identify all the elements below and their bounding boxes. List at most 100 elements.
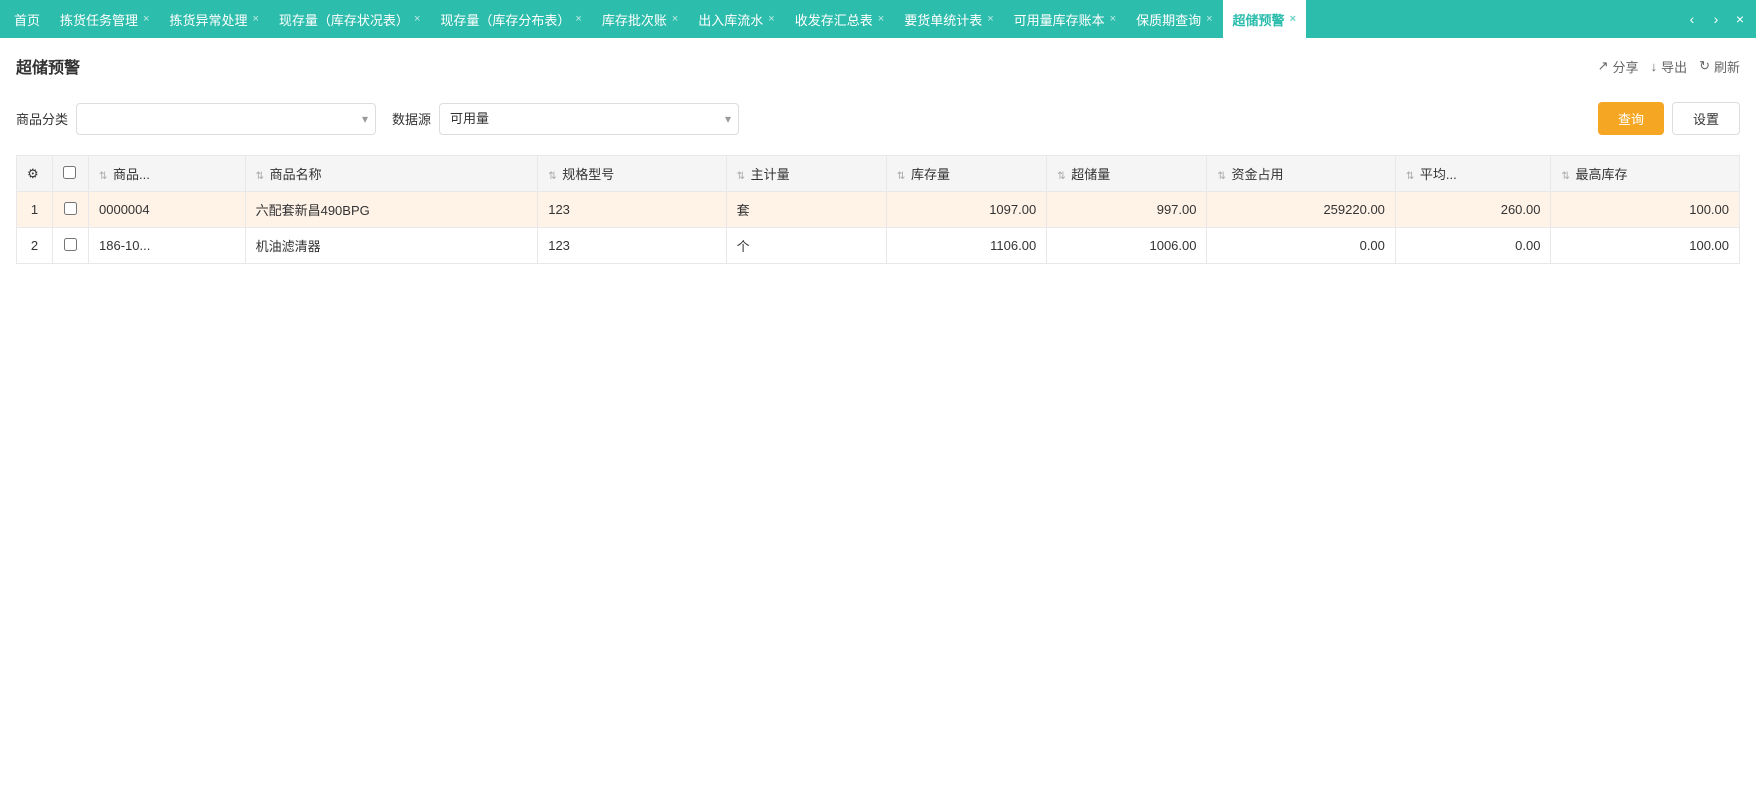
export-button[interactable]: ↓ 导出	[1651, 57, 1688, 76]
page-container: 超储预警 ↗ 分享 ↓ 导出 ↻ 刷新 商品分类 ▾	[0, 38, 1756, 800]
sort-icon: ⇅	[737, 171, 745, 182]
category-select-wrapper: ▾	[76, 103, 376, 135]
sort-icon: ⇅	[99, 171, 107, 182]
close-icon[interactable]: ×	[1110, 13, 1116, 25]
th-capital[interactable]: ⇅ 资金占用	[1207, 156, 1395, 192]
row-avg: 260.00	[1395, 192, 1551, 228]
row-overflow: 997.00	[1047, 192, 1207, 228]
sort-icon: ⇅	[1217, 171, 1225, 182]
page-title: 超储预警	[16, 54, 80, 78]
nav-arrow-left[interactable]: ‹	[1680, 0, 1704, 38]
refresh-icon: ↻	[1699, 58, 1710, 74]
th-avg[interactable]: ⇅ 平均...	[1395, 156, 1551, 192]
nav-arrow-close[interactable]: ×	[1728, 0, 1752, 38]
nav-item-home[interactable]: 首页	[4, 0, 50, 38]
close-icon[interactable]: ×	[1290, 13, 1296, 25]
nav-item-batch[interactable]: 库存批次账 ×	[592, 0, 688, 38]
close-icon[interactable]: ×	[1206, 13, 1212, 25]
nav-item-expiry[interactable]: 保质期查询 ×	[1126, 0, 1222, 38]
sort-icon: ⇅	[256, 171, 264, 182]
row-product-id: 0000004	[89, 192, 246, 228]
sort-icon: ⇅	[548, 171, 556, 182]
row-stock: 1097.00	[886, 192, 1046, 228]
close-icon[interactable]: ×	[878, 13, 884, 25]
nav-item-overstock[interactable]: 超储预警 ×	[1223, 0, 1306, 38]
row-unit: 个	[726, 228, 886, 264]
export-icon: ↓	[1651, 59, 1658, 74]
settings-button[interactable]: 设置	[1672, 102, 1740, 135]
sort-icon: ⇅	[897, 171, 905, 182]
table-row: 2 186-10... 机油滤清器 123 个 1106.00 1006.00 …	[17, 228, 1740, 264]
row-capital: 259220.00	[1207, 192, 1395, 228]
nav-item-available[interactable]: 可用量库存账本 ×	[1004, 0, 1126, 38]
row-product-name: 机油滤清器	[245, 228, 538, 264]
close-icon[interactable]: ×	[987, 13, 993, 25]
close-icon[interactable]: ×	[143, 13, 149, 25]
row-overflow: 1006.00	[1047, 228, 1207, 264]
th-overflow[interactable]: ⇅ 超储量	[1047, 156, 1207, 192]
sort-icon: ⇅	[1057, 171, 1065, 182]
close-icon[interactable]: ×	[575, 13, 581, 25]
nav-item-exception[interactable]: 拣货异常处理 ×	[159, 0, 268, 38]
row-checkbox	[53, 192, 89, 228]
category-filter-group: 商品分类 ▾	[16, 103, 376, 135]
th-product-id[interactable]: ⇅ 商品...	[89, 156, 246, 192]
table-header-row: ⚙ ⇅ 商品... ⇅ 商品名称 ⇅ 规格型号 ⇅	[17, 156, 1740, 192]
row-spec: 123	[538, 192, 726, 228]
datasource-select-wrapper: 可用量 ▾	[439, 103, 739, 135]
row-product-id: 186-10...	[89, 228, 246, 264]
nav-item-summary[interactable]: 收发存汇总表 ×	[785, 0, 894, 38]
th-product-name[interactable]: ⇅ 商品名称	[245, 156, 538, 192]
row-num: 1	[17, 192, 53, 228]
nav-item-task-mgmt[interactable]: 拣货任务管理 ×	[50, 0, 159, 38]
row-stock: 1106.00	[886, 228, 1046, 264]
share-button[interactable]: ↗ 分享	[1598, 57, 1639, 76]
share-icon: ↗	[1598, 58, 1609, 74]
refresh-button[interactable]: ↻ 刷新	[1699, 57, 1740, 76]
row-num: 2	[17, 228, 53, 264]
sort-icon: ⇅	[1561, 171, 1569, 182]
close-icon[interactable]: ×	[252, 13, 258, 25]
datasource-select[interactable]: 可用量	[439, 103, 739, 135]
nav-item-stock-dist[interactable]: 现存量（库存分布表） ×	[430, 0, 591, 38]
settings-icon[interactable]: ⚙	[27, 166, 39, 181]
row-unit: 套	[726, 192, 886, 228]
filter-row: 商品分类 ▾ 数据源 可用量 ▾ 查询 设置	[16, 94, 1740, 143]
th-stock[interactable]: ⇅ 库存量	[886, 156, 1046, 192]
nav-item-inout[interactable]: 出入库流水 ×	[688, 0, 784, 38]
top-nav: 首页 拣货任务管理 × 拣货异常处理 × 现存量（库存状况表） × 现存量（库存…	[0, 0, 1756, 38]
row-product-name: 六配套新昌490BPG	[245, 192, 538, 228]
row-select-checkbox[interactable]	[64, 202, 77, 215]
row-capital: 0.00	[1207, 228, 1395, 264]
nav-arrow-right[interactable]: ›	[1704, 0, 1728, 38]
row-spec: 123	[538, 228, 726, 264]
row-max-stock: 100.00	[1551, 228, 1740, 264]
nav-item-order-stat[interactable]: 要货单统计表 ×	[894, 0, 1003, 38]
th-spec[interactable]: ⇅ 规格型号	[538, 156, 726, 192]
nav-arrows: ‹ › ×	[1680, 0, 1752, 38]
category-select[interactable]	[76, 103, 376, 135]
query-button[interactable]: 查询	[1598, 102, 1664, 135]
row-max-stock: 100.00	[1551, 192, 1740, 228]
close-icon[interactable]: ×	[414, 13, 420, 25]
close-icon[interactable]: ×	[672, 13, 678, 25]
page-actions: ↗ 分享 ↓ 导出 ↻ 刷新	[1598, 57, 1740, 76]
table-row: 1 0000004 六配套新昌490BPG 123 套 1097.00 997.…	[17, 192, 1740, 228]
th-checkbox	[53, 156, 89, 192]
filter-actions: 查询 设置	[1598, 102, 1740, 135]
row-select-checkbox[interactable]	[64, 238, 77, 251]
datasource-label: 数据源	[392, 109, 431, 128]
row-avg: 0.00	[1395, 228, 1551, 264]
th-settings: ⚙	[17, 156, 53, 192]
select-all-checkbox[interactable]	[63, 166, 76, 179]
data-table: ⚙ ⇅ 商品... ⇅ 商品名称 ⇅ 规格型号 ⇅	[16, 155, 1740, 264]
datasource-filter-group: 数据源 可用量 ▾	[392, 103, 739, 135]
category-label: 商品分类	[16, 109, 68, 128]
sort-icon: ⇅	[1406, 171, 1414, 182]
th-unit[interactable]: ⇅ 主计量	[726, 156, 886, 192]
nav-item-stock-status[interactable]: 现存量（库存状况表） ×	[269, 0, 430, 38]
th-max-stock[interactable]: ⇅ 最高库存	[1551, 156, 1740, 192]
close-icon[interactable]: ×	[768, 13, 774, 25]
page-header: 超储预警 ↗ 分享 ↓ 导出 ↻ 刷新	[16, 54, 1740, 78]
row-checkbox	[53, 228, 89, 264]
